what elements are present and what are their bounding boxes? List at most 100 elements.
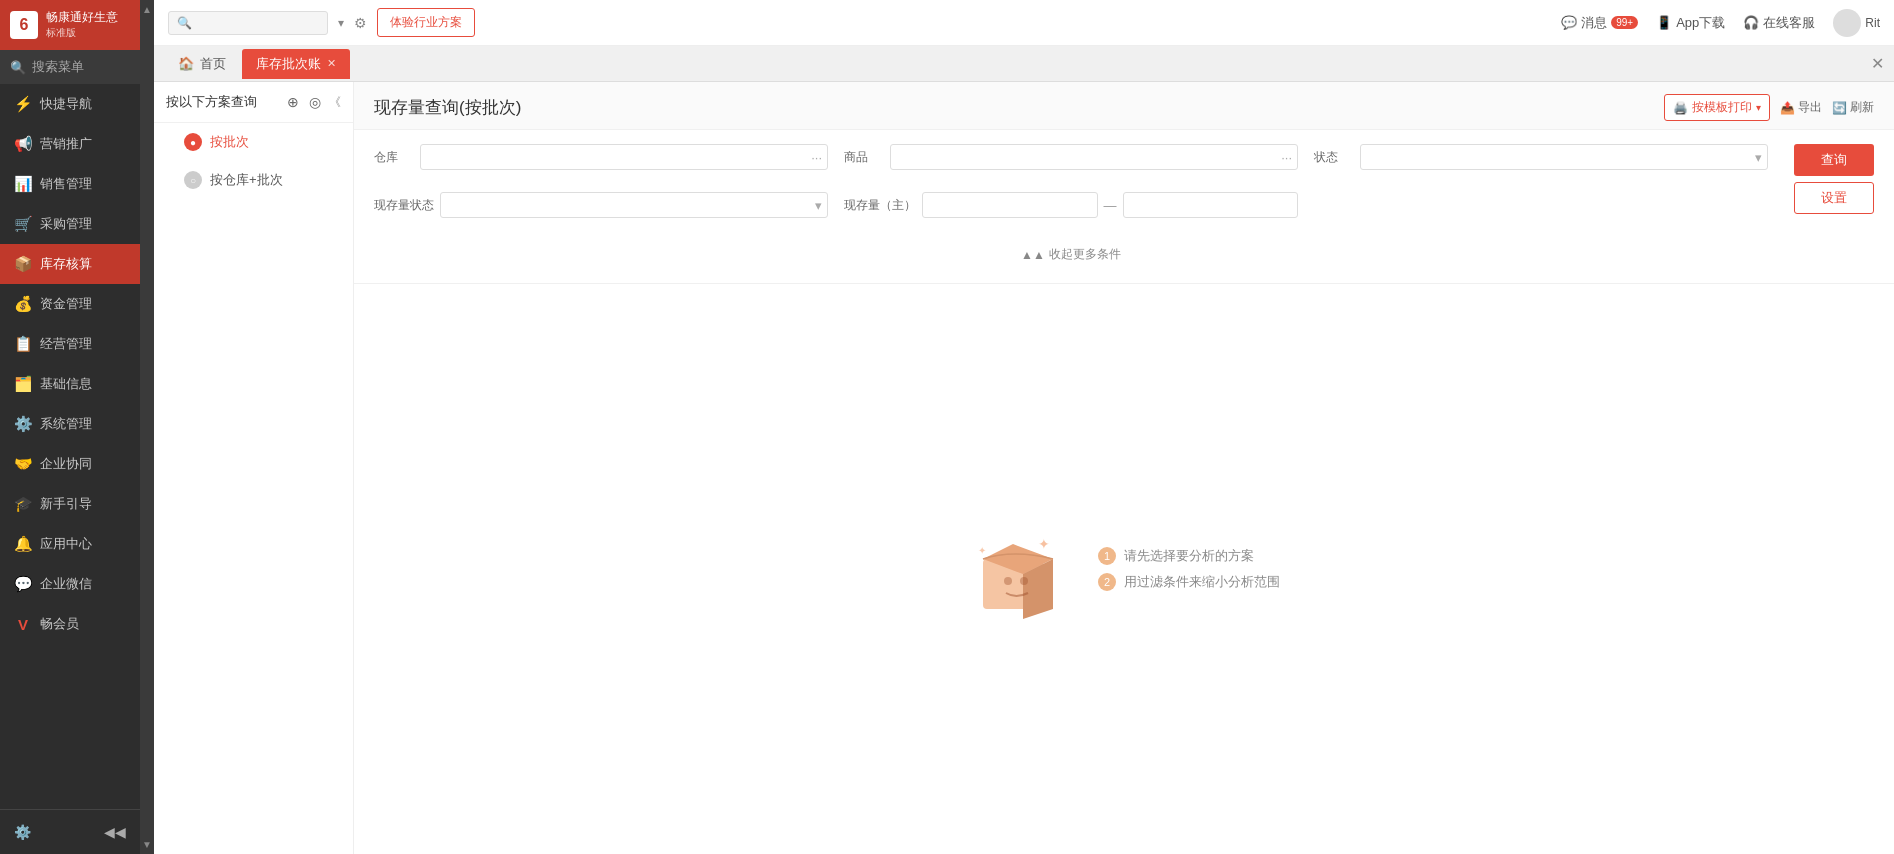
main-area: 🔍 ▾ ⚙ 体验行业方案 💬 消息 99+ 📱 App下载 🎧 在线客服 Rit [154,0,1894,854]
export-btn[interactable]: 📤 导出 [1780,99,1822,116]
sidebar-item-sales[interactable]: 📊 销售管理 [0,164,140,204]
user-menu[interactable]: Rit [1833,9,1880,37]
sidebar-item-label: 销售管理 [40,175,92,193]
inventory-icon: 📦 [14,255,32,273]
refresh-btn[interactable]: 🔄 刷新 [1832,99,1874,116]
sidebar-item-operations[interactable]: 📋 经营管理 [0,324,140,364]
tab-inventory-batch[interactable]: 库存批次账 ✕ [242,49,350,79]
warehouse-dots-btn[interactable]: ··· [811,150,822,165]
search-form: 仓库 ··· 商品 ··· [354,130,1894,284]
empty-tip-1: 1 请先选择要分析的方案 [1098,547,1280,565]
sidebar-item-label: 企业微信 [40,575,92,593]
topbar-search-icon: 🔍 [177,16,192,30]
scheme-by-warehouse-batch[interactable]: ○ 按仓库+批次 [154,161,353,199]
quantity-min-input[interactable] [922,192,1098,218]
online-service-btn[interactable]: 🎧 在线客服 [1743,14,1815,32]
sidebar-item-finance[interactable]: 💰 资金管理 [0,284,140,324]
tab-inventory-batch-label: 库存批次账 [256,55,321,73]
settings-btn[interactable]: 设置 [1794,182,1874,214]
sidebar-item-label: 企业协同 [40,455,92,473]
add-scheme-icon[interactable]: ⊕ [285,92,301,112]
sidebar-item-label: 快捷导航 [40,95,92,113]
user-name: Rit [1865,16,1880,30]
panel-close-icon[interactable]: ✕ [1871,54,1884,73]
topbar-gear-icon[interactable]: ⚙ [354,15,367,31]
collapse-filter-icon[interactable]: 《 [329,94,341,111]
sidebar-item-system[interactable]: ⚙️ 系统管理 [0,404,140,444]
scheme-by-batch[interactable]: ● 按批次 [154,123,353,161]
scheme-settings-icon[interactable]: ◎ [307,92,323,112]
scroll-up-icon[interactable]: ▲ [142,4,152,15]
sidebar-nav: ⚡ 快捷导航 📢 营销推广 📊 销售管理 🛒 采购管理 📦 库存核算 💰 资金管… [0,84,140,809]
sidebar-item-wechat[interactable]: 💬 企业微信 [0,564,140,604]
product-label: 商品 [844,149,884,166]
sidebar-item-quick-nav[interactable]: ⚡ 快捷导航 [0,84,140,124]
filter-panel: 按以下方案查询 ⊕ ◎ 《 ● 按批次 ○ 按仓库+批次 [154,82,354,854]
product-field: 商品 ··· [844,144,1298,170]
app-download-icon: 📱 [1656,15,1672,30]
refresh-label: 刷新 [1850,99,1874,116]
warehouse-input[interactable] [420,144,828,170]
sidebar-item-marketing[interactable]: 📢 营销推广 [0,124,140,164]
right-panel: 现存量查询(按批次) 🖨️ 按模板打印 ▾ 📤 导出 🔄 刷新 [354,82,1894,854]
member-icon: V [14,616,32,633]
settings-icon[interactable]: ⚙️ [10,820,35,844]
query-btn[interactable]: 查询 [1794,144,1874,176]
app-name: 畅康通好生意 [46,10,118,26]
empty-tips: 1 请先选择要分析的方案 2 用过滤条件来缩小分析范围 [1098,547,1280,591]
print-btn[interactable]: 🖨️ 按模板打印 ▾ [1664,94,1770,121]
topbar-search-box[interactable]: 🔍 [168,11,328,35]
status-select-wrapper: ▾ [1360,144,1768,170]
sidebar-item-member[interactable]: V 畅会员 [0,604,140,644]
collapse-more-up-icon: ▲▲ [1021,248,1045,262]
tip-text-2: 用过滤条件来缩小分析范围 [1124,573,1280,591]
tab-home-label: 首页 [200,55,226,73]
warehouse-field: 仓库 ··· [374,144,828,170]
experience-btn[interactable]: 体验行业方案 [377,8,475,37]
search-menu-label: 搜索菜单 [32,58,84,76]
scheme-active-icon: ● [184,133,202,151]
product-dots-btn[interactable]: ··· [1281,150,1292,165]
sidebar-scrollbar[interactable]: ▲ ▼ [140,0,154,854]
scroll-down-icon[interactable]: ▼ [142,839,152,850]
tip-num-2: 2 [1098,573,1116,591]
status-select[interactable] [1360,144,1768,170]
sidebar-item-newbie[interactable]: 🎓 新手引导 [0,484,140,524]
quantity-max-input[interactable] [1123,192,1299,218]
tabbar: 🏠 首页 库存批次账 ✕ ✕ [154,46,1894,82]
wechat-icon: 💬 [14,575,32,593]
sidebar-item-basic[interactable]: 🗂️ 基础信息 [0,364,140,404]
tab-home[interactable]: 🏠 首页 [164,49,240,79]
quick-nav-icon: ⚡ [14,95,32,113]
messages-btn[interactable]: 💬 消息 99+ [1561,14,1638,32]
svg-point-3 [1004,577,1012,585]
collapse-more-btn[interactable]: ▲▲ 收起更多条件 [374,240,1768,269]
inventory-status-select[interactable] [440,192,828,218]
headset-icon: 🎧 [1743,15,1759,30]
sidebar-item-apps[interactable]: 🔔 应用中心 [0,524,140,564]
messages-badge: 99+ [1611,16,1638,29]
content-area: 按以下方案查询 ⊕ ◎ 《 ● 按批次 ○ 按仓库+批次 现存量查询(按批次) [154,82,1894,854]
print-dropdown-icon[interactable]: ▾ [1756,102,1761,113]
sidebar-item-purchase[interactable]: 🛒 采购管理 [0,204,140,244]
tab-close-icon[interactable]: ✕ [327,57,336,70]
sidebar-item-label: 营销推广 [40,135,92,153]
topbar-right: 💬 消息 99+ 📱 App下载 🎧 在线客服 Rit [1561,9,1880,37]
search-row-1: 仓库 ··· 商品 ··· [374,144,1768,170]
sidebar: 6 畅康通好生意 标准版 🔍 搜索菜单 ⚡ 快捷导航 📢 营销推广 📊 销售管理… [0,0,140,854]
filter-panel-header: 按以下方案查询 ⊕ ◎ 《 [154,82,353,123]
sidebar-item-enterprise[interactable]: 🤝 企业协同 [0,444,140,484]
collapse-sidebar-icon[interactable]: ◀◀ [100,820,130,844]
topbar-chevron-icon[interactable]: ▾ [338,16,344,30]
inventory-status-label: 现存量状态 [374,197,434,214]
product-input[interactable] [890,144,1298,170]
sidebar-search-menu[interactable]: 🔍 搜索菜单 [0,50,140,84]
app-download-btn[interactable]: 📱 App下载 [1656,14,1725,32]
sidebar-item-inventory[interactable]: 📦 库存核算 [0,244,140,284]
print-icon: 🖨️ [1673,101,1688,115]
empty-svg: ✦ ✦ [968,519,1068,619]
scheme-by-warehouse-batch-label: 按仓库+批次 [210,171,283,189]
search-menu-icon: 🔍 [10,60,26,75]
topbar: 🔍 ▾ ⚙ 体验行业方案 💬 消息 99+ 📱 App下载 🎧 在线客服 Rit [154,0,1894,46]
product-input-wrapper: ··· [890,144,1298,170]
